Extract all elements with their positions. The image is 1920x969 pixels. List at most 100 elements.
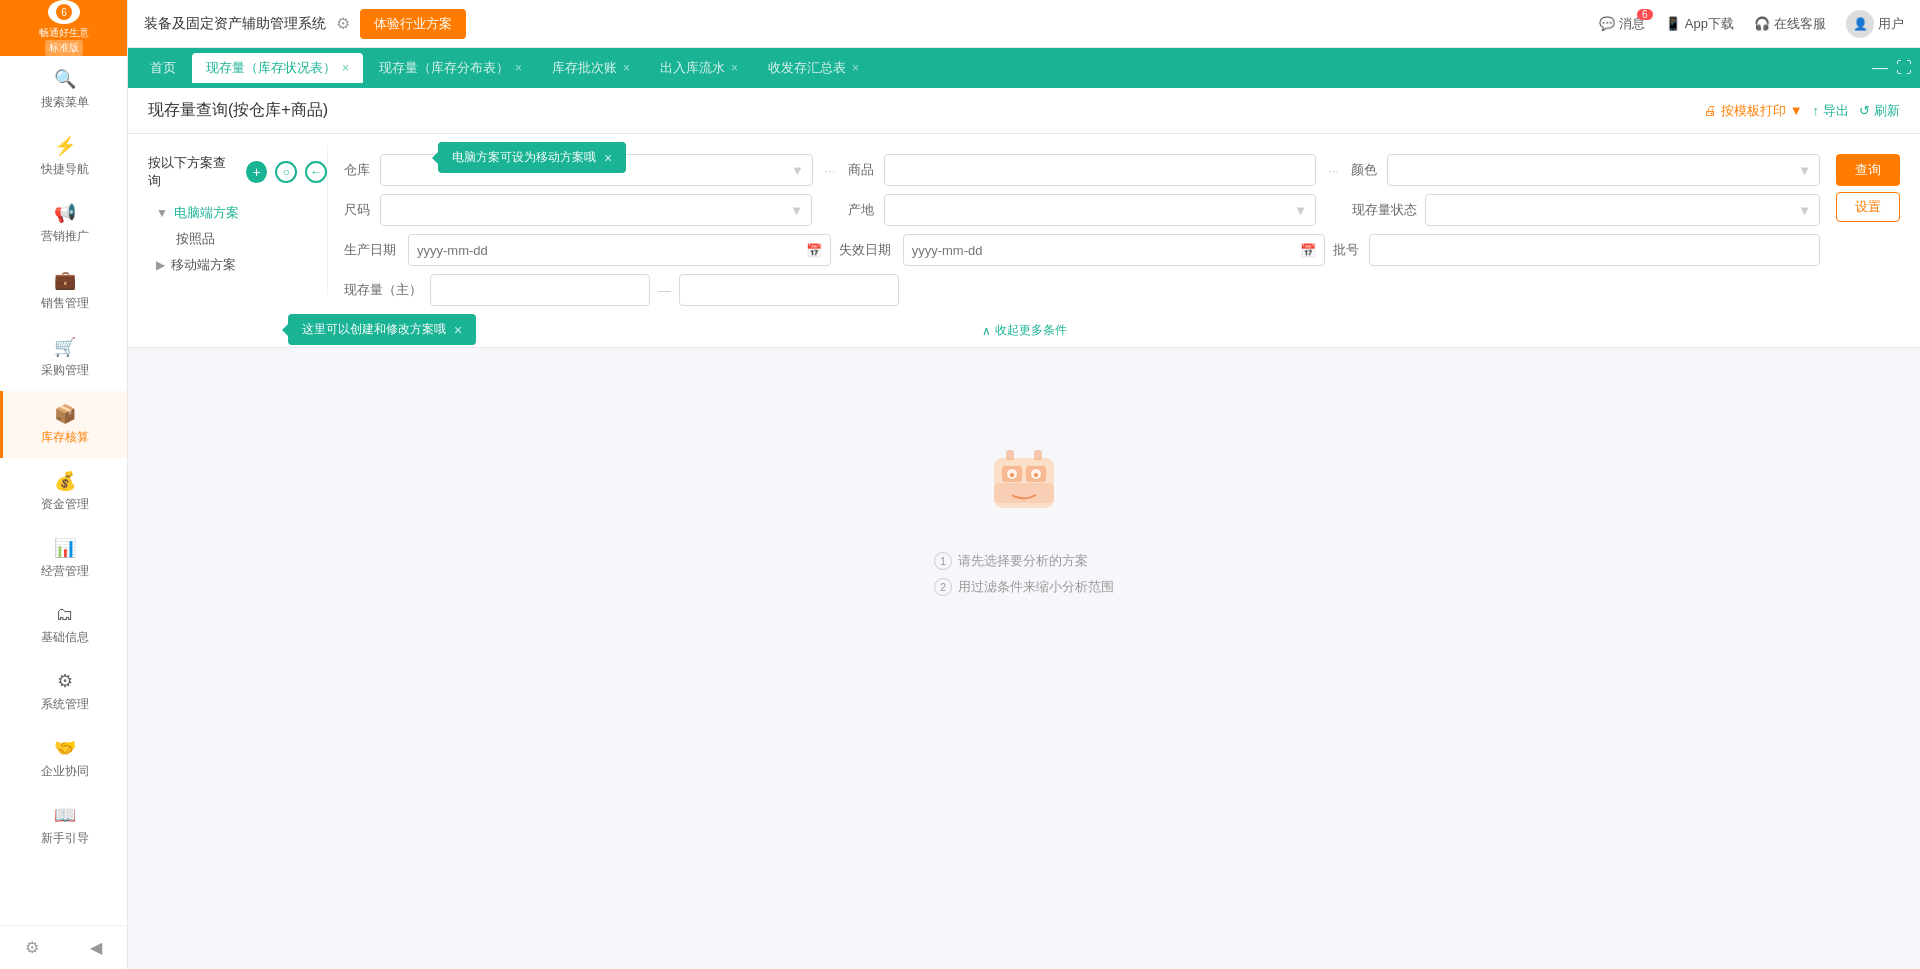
- scheme-item-desktop-sub[interactable]: 按照品: [148, 226, 327, 252]
- batch-no-input[interactable]: [1369, 234, 1820, 266]
- messages-badge: 6: [1637, 9, 1653, 20]
- batch-no-input-field[interactable]: [1378, 243, 1811, 258]
- warehouse-dots[interactable]: ···: [821, 163, 840, 178]
- tab-inout-flow[interactable]: 出入库流水 ×: [646, 53, 752, 83]
- goods-input[interactable]: [884, 154, 1317, 186]
- reset-btn[interactable]: 设置: [1836, 192, 1900, 222]
- color-select[interactable]: ▼: [1387, 154, 1820, 186]
- sidebar-item-basic[interactable]: 🗂 基础信息: [0, 592, 127, 658]
- scheme-create-text: 这里可以创建和修改方案哦: [302, 321, 446, 338]
- hint-num-2: 2: [934, 578, 952, 596]
- sidebar-item-operations[interactable]: 📊 经营管理: [0, 525, 127, 592]
- user-btn[interactable]: 👤 用户: [1846, 10, 1904, 38]
- chevron-up-icon: ∧: [982, 324, 991, 338]
- range-separator: —: [658, 283, 671, 298]
- sidebar-item-purchase[interactable]: 🛒 采购管理: [0, 324, 127, 391]
- arrow-scheme-btn[interactable]: ←: [305, 161, 327, 183]
- expire-date-input: 📅: [903, 234, 1326, 266]
- sidebar-item-quicknav[interactable]: ⚡ 快捷导航: [0, 123, 127, 190]
- prod-date-from[interactable]: [409, 243, 798, 258]
- tab-label: 现存量（库存分布表）: [379, 59, 509, 77]
- edit-scheme-btn[interactable]: ○: [275, 161, 297, 183]
- sidebar-item-finance[interactable]: 💰 资金管理: [0, 458, 127, 525]
- chevron-down-icon: ▼: [1294, 203, 1307, 218]
- marketing-icon: 📢: [54, 202, 76, 224]
- expand-icon: ▶: [156, 258, 165, 272]
- export-btn[interactable]: ↑ 导出: [1813, 102, 1850, 120]
- prod-date-label: 生产日期: [344, 241, 400, 259]
- origin-field: 产地 ▼: [848, 194, 1316, 226]
- stock-qty-from-field[interactable]: [431, 283, 649, 298]
- origin-select[interactable]: ▼: [884, 194, 1316, 226]
- messages-btn[interactable]: 💬 消息 6: [1599, 15, 1645, 33]
- sidebar-item-marketing[interactable]: 📢 营销推广: [0, 190, 127, 257]
- stock-qty-field: 现存量（主） —: [344, 274, 1820, 306]
- stock-qty-to-field[interactable]: [680, 283, 898, 298]
- tab-inventory-dist[interactable]: 现存量（库存分布表） ×: [365, 53, 536, 83]
- close-icon[interactable]: ×: [852, 61, 859, 75]
- add-scheme-btn[interactable]: +: [246, 161, 268, 183]
- calendar-icon[interactable]: 📅: [798, 243, 830, 258]
- tabs-right: — ⛶: [1872, 59, 1912, 77]
- settings-icon[interactable]: ⚙: [336, 14, 350, 33]
- online-support-btn[interactable]: 🎧 在线客服: [1754, 15, 1826, 33]
- scheme-panel: 按以下方案查询 + ○ ← ▼ 电脑端方案 按照品: [148, 146, 328, 294]
- tab-receive-summary[interactable]: 收发存汇总表 ×: [754, 53, 873, 83]
- prod-date-input: 📅: [408, 234, 831, 266]
- scheme-create-close[interactable]: ×: [454, 322, 462, 338]
- headset-icon: 🎧: [1754, 16, 1770, 31]
- empty-state: 1 请先选择要分析的方案 2 用过滤条件来缩小分析范围: [128, 348, 1920, 680]
- size-field: 尺码 ▼: [344, 194, 812, 226]
- app-name: 畅通好生意: [39, 26, 89, 40]
- stock-status-label: 现存量状态: [1352, 201, 1417, 219]
- stock-status-field: 现存量状态 ▼: [1352, 194, 1820, 226]
- page-title: 现存量查询(按仓库+商品): [148, 100, 328, 121]
- goods-input-field[interactable]: [893, 163, 1308, 178]
- size-select[interactable]: ▼: [380, 194, 812, 226]
- tab-label: 库存批次账: [552, 59, 617, 77]
- minus-icon[interactable]: —: [1872, 59, 1888, 77]
- tab-label: 出入库流水: [660, 59, 725, 77]
- tab-inventory-status[interactable]: 现存量（库存状况表） ×: [192, 53, 363, 83]
- app-download-btn[interactable]: 📱 App下载: [1665, 15, 1734, 33]
- close-icon[interactable]: ×: [623, 61, 630, 75]
- sidebar-item-sales[interactable]: 💼 销售管理: [0, 257, 127, 324]
- user-label: 用户: [1878, 15, 1904, 33]
- export-label: 导出: [1823, 102, 1849, 120]
- refresh-btn[interactable]: ↺ 刷新: [1859, 102, 1900, 120]
- collapse-btn[interactable]: ◀: [90, 938, 102, 957]
- sidebar-item-guide[interactable]: 📖 新手引导: [0, 792, 127, 859]
- expire-date-from[interactable]: [904, 243, 1293, 258]
- scheme-item-mobile[interactable]: ▶ 移动端方案: [148, 252, 327, 278]
- tab-home[interactable]: 首页: [136, 53, 190, 83]
- svg-point-10: [1010, 473, 1014, 477]
- sidebar-item-label: 快捷导航: [41, 161, 89, 178]
- trial-btn[interactable]: 体验行业方案: [360, 9, 466, 39]
- purchase-icon: 🛒: [54, 336, 76, 358]
- color-label: 颜色: [1351, 161, 1379, 179]
- size-label: 尺码: [344, 201, 372, 219]
- maximize-icon[interactable]: ⛶: [1896, 59, 1912, 77]
- scheme-item-desktop[interactable]: ▼ 电脑端方案: [148, 200, 327, 226]
- close-icon[interactable]: ×: [515, 61, 522, 75]
- calendar-icon[interactable]: 📅: [1292, 243, 1324, 258]
- tab-batch-ledger[interactable]: 库存批次账 ×: [538, 53, 644, 83]
- search-btn[interactable]: 查询: [1836, 154, 1900, 186]
- close-icon[interactable]: ×: [342, 61, 349, 75]
- template-print-btn[interactable]: 🖨 按模板打印 ▼: [1704, 102, 1803, 120]
- settings-btn[interactable]: ⚙: [25, 938, 39, 957]
- sidebar-item-system[interactable]: ⚙ 系统管理: [0, 658, 127, 725]
- sidebar-item-search[interactable]: 🔍 搜索菜单: [0, 56, 127, 123]
- close-icon[interactable]: ×: [731, 61, 738, 75]
- scheme-create-tooltip: 这里可以创建和修改方案哦 ×: [288, 314, 476, 345]
- sidebar-item-inventory[interactable]: 📦 库存核算: [0, 391, 127, 458]
- sidebar-item-enterprise[interactable]: 🤝 企业协同: [0, 725, 127, 792]
- scheme-tree: ▼ 电脑端方案 按照品 ▶ 移动端方案: [148, 200, 327, 286]
- home-tab-label: 首页: [150, 59, 176, 77]
- sidebar-item-label: 企业协同: [41, 763, 89, 780]
- enterprise-icon: 🤝: [54, 737, 76, 759]
- stock-status-select[interactable]: ▼: [1425, 194, 1820, 226]
- goods-dots[interactable]: ···: [1324, 163, 1343, 178]
- plan-tooltip-close[interactable]: ×: [604, 150, 612, 166]
- filter-header: 按以下方案查询 + ○ ←: [148, 154, 327, 190]
